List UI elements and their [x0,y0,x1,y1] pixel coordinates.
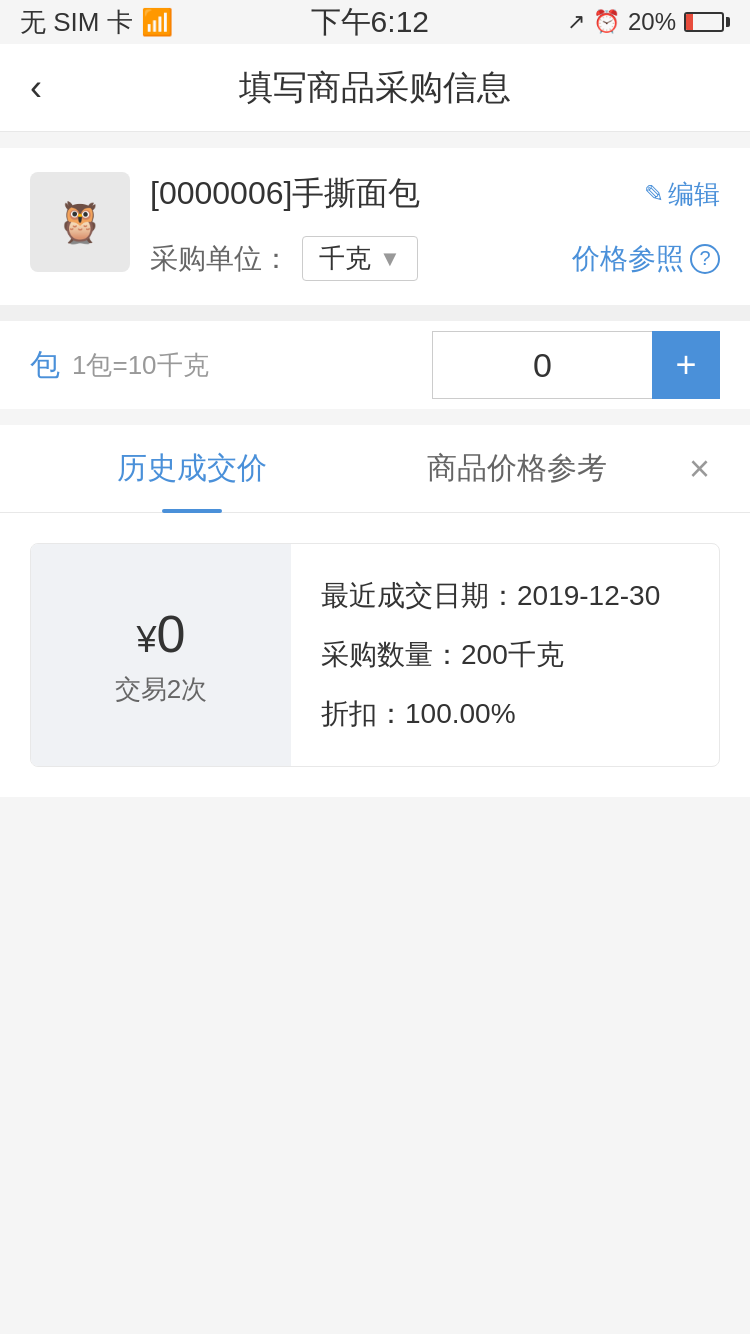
product-unit-row: 采购单位： 千克 ▼ 价格参照 ? [150,236,720,281]
purchase-qty-row: 采购数量：200千克 [321,633,689,678]
sim-status: 无 SIM 卡 [20,5,133,40]
nav-bar: ‹ 填写商品采购信息 [0,44,750,132]
unit-box-label: 包 [30,345,60,386]
section-divider [0,305,750,321]
discount-value: 100.00% [405,698,516,729]
nav-title: 填写商品采购信息 [239,65,511,111]
unit-select[interactable]: 千克 ▼ [302,236,418,281]
product-info: [0000006]手撕面包 ✎ 编辑 采购单位： 千克 ▼ 价格参照 ? [150,172,720,281]
product-thumbnail: 🦉 [55,199,105,246]
unit-hint: 1包=10千克 [72,348,209,383]
tab-product-label: 商品价格参考 [427,448,607,489]
recent-date-value: 2019-12-30 [517,580,660,611]
battery-indicator [684,12,730,32]
transaction-card: ¥0 交易2次 最近成交日期：2019-12-30 采购数量：200千克 折扣：… [30,543,720,767]
product-header: [0000006]手撕面包 ✎ 编辑 [150,172,720,216]
product-image: 🦉 [30,172,130,272]
status-left: 无 SIM 卡 📶 [20,5,173,40]
bottom-space [0,797,750,1334]
tab-header: 历史成交价 商品价格参考 × [0,425,750,513]
price-ref-button[interactable]: 价格参照 ? [572,240,720,278]
edit-label: 编辑 [668,177,720,212]
wifi-icon: 📶 [141,7,173,38]
tab-section: 历史成交价 商品价格参考 × ¥0 交易2次 最近成交日期：2019-12-30… [0,425,750,797]
quantity-input[interactable] [432,331,652,399]
transaction-area: ¥0 交易2次 最近成交日期：2019-12-30 采购数量：200千克 折扣：… [0,513,750,797]
transaction-summary: ¥0 交易2次 [31,544,291,766]
alarm-icon: ⏰ [593,9,620,35]
question-icon: ? [690,244,720,274]
quantity-left: 包 1包=10千克 [30,345,209,386]
battery-pct: 20% [628,8,676,36]
status-time: 下午6:12 [311,2,429,43]
edit-icon: ✎ [644,180,664,208]
purchase-qty-label: 采购数量： [321,639,461,670]
tab-history-price[interactable]: 历史成交价 [30,425,354,513]
price-value: 0 [157,605,186,663]
price-display: ¥0 [137,604,186,664]
price-ref-label: 价格参照 [572,240,684,278]
quantity-right: + [432,331,720,399]
status-bar: 无 SIM 卡 📶 下午6:12 ↗ ⏰ 20% [0,0,750,44]
plus-button[interactable]: + [652,331,720,399]
product-name: [0000006]手撕面包 [150,172,420,216]
recent-date-label: 最近成交日期： [321,580,517,611]
purchase-qty-value: 200千克 [461,639,564,670]
transaction-details: 最近成交日期：2019-12-30 采购数量：200千克 折扣：100.00% [291,544,719,766]
quantity-row: 包 1包=10千克 + [0,321,750,409]
close-button[interactable]: × [679,448,720,490]
discount-label: 折扣： [321,698,405,729]
status-right: ↗ ⏰ 20% [567,8,730,36]
trade-count: 交易2次 [115,672,207,707]
product-card: 🦉 [0000006]手撕面包 ✎ 编辑 采购单位： 千克 ▼ 价格参照 ? [0,148,750,305]
yen-symbol: ¥ [137,619,157,660]
location-icon: ↗ [567,9,585,35]
unit-label: 采购单位： [150,240,290,278]
chevron-down-icon: ▼ [379,246,401,272]
discount-row: 折扣：100.00% [321,692,689,737]
tab-history-label: 历史成交价 [117,448,267,489]
unit-value: 千克 [319,241,371,276]
edit-button[interactable]: ✎ 编辑 [644,177,720,212]
tab-product-price-ref[interactable]: 商品价格参考 [354,425,678,513]
recent-date-row: 最近成交日期：2019-12-30 [321,574,689,619]
back-button[interactable]: ‹ [30,67,42,109]
